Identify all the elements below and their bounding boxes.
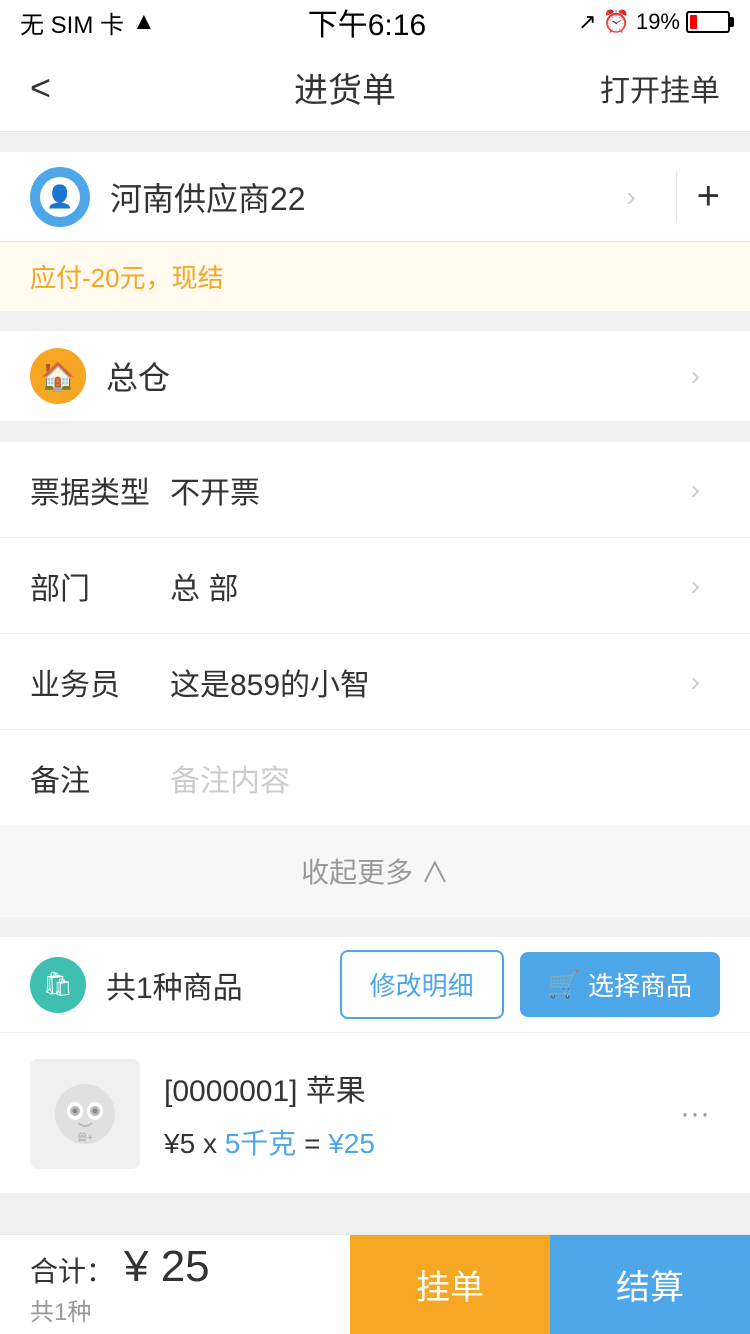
bottom-total: 合计： ¥ 25 共1种 [0,1235,350,1334]
product-name: [0000001] 苹果 [164,1066,670,1110]
status-left: 无 SIM 卡 ▲ [20,5,156,40]
total-label: 合计： [30,1250,114,1290]
supplier-name: 河南供应商22 [110,174,626,220]
invoice-chevron-icon: › [691,474,700,506]
product-equals: = [304,1128,328,1159]
battery-icon [686,11,730,33]
dept-label: 部门 [30,564,170,608]
page-title: 进货单 [294,63,396,112]
dept-value: 总 部 [170,564,691,608]
form-card: 票据类型 不开票 › 部门 总 部 › 业务员 这是859的小智 › 备注 备注… [0,441,750,825]
owl-logo-icon: 兽+ [50,1079,120,1149]
supplier-chevron-icon: › [626,181,635,213]
svg-text:兽+: 兽+ [77,1131,93,1144]
wifi-icon: ▲ [132,8,156,36]
hang-order-button[interactable]: 挂单 [350,1235,550,1334]
warehouse-chevron-icon: › [691,360,700,392]
section-gap-1 [0,132,750,152]
main-content: 👤 河南供应商22 › + 应付-20元，现结 🏠 总仓 › 票据类型 不开票 … [0,132,750,1293]
remark-value[interactable]: 备注内容 [170,756,720,800]
carrier-label: 无 SIM 卡 [20,5,124,40]
status-bar: 无 SIM 卡 ▲ 下午6:16 ↗ ⏰ 19% [0,0,750,44]
warehouse-row[interactable]: 🏠 总仓 › [0,331,750,421]
product-section-icon: 🛍 [30,957,86,1013]
total-amount: ¥ 25 [124,1242,210,1292]
product-unit-price: ¥5 [164,1128,195,1159]
product-header: 🛍 共1种商品 修改明细 🛒 选择商品 [0,937,750,1033]
product-total: ¥25 [328,1128,375,1159]
status-right: ↗ ⏰ 19% [578,9,730,35]
warehouse-name: 总仓 [106,353,691,399]
form-row-invoice[interactable]: 票据类型 不开票 › [0,441,750,537]
select-product-button[interactable]: 🛒 选择商品 [520,952,720,1017]
product-title: 苹果 [306,1075,366,1108]
supplier-avatar: 👤 [30,167,90,227]
product-thumbnail: 兽+ [30,1059,140,1169]
location-icon: ↗ [578,9,596,35]
edit-detail-button[interactable]: 修改明细 [340,950,504,1019]
invoice-value: 不开票 [170,468,691,512]
back-button[interactable]: < [30,67,90,109]
section-gap-4 [0,917,750,937]
product-price-row: ¥5 x 5千克 = ¥25 [164,1122,670,1162]
product-qty: 5千克 [225,1128,297,1159]
dept-chevron-icon: › [691,570,700,602]
total-count: 共1种 [30,1292,320,1327]
bottom-bar: 合计： ¥ 25 共1种 挂单 结算 [0,1234,750,1334]
salesperson-label: 业务员 [30,660,170,704]
supplier-card: 👤 河南供应商22 › + 应付-20元，现结 [0,152,750,311]
section-gap-2 [0,311,750,331]
salesperson-chevron-icon: › [691,666,700,698]
product-info: [0000001] 苹果 ¥5 x 5千克 = ¥25 [164,1066,670,1162]
avatar-inner: 👤 [40,177,80,217]
product-code: [0000001] [164,1075,297,1108]
alarm-icon: ⏰ [603,9,630,35]
form-row-remark[interactable]: 备注 备注内容 [0,729,750,825]
collapse-button[interactable]: 收起更多 ∧ [0,825,750,917]
select-cart-icon: 🛒 [548,969,580,1000]
product-item: 兽+ [0000001] 苹果 ¥5 x 5千克 = ¥25 ··· [0,1035,750,1193]
remark-label: 备注 [30,756,170,800]
open-hang-button[interactable]: 打开挂单 [600,66,720,110]
product-more-button[interactable]: ··· [670,1087,720,1141]
invoice-label: 票据类型 [30,468,170,512]
form-row-dept[interactable]: 部门 总 部 › [0,537,750,633]
divider [676,172,677,222]
add-supplier-button[interactable]: + [697,174,720,219]
nav-bar: < 进货单 打开挂单 [0,44,750,132]
warehouse-icon: 🏠 [30,348,86,404]
section-gap-3 [0,421,750,441]
total-row: 合计： ¥ 25 [30,1242,320,1292]
cart-icon: 🛍 [43,970,73,999]
product-multiply: x [203,1128,225,1159]
time-label: 下午6:16 [308,0,426,44]
checkout-button[interactable]: 结算 [550,1235,750,1334]
form-row-salesperson[interactable]: 业务员 这是859的小智 › [0,633,750,729]
supplier-notice: 应付-20元，现结 [0,242,750,311]
warehouse-card: 🏠 总仓 › [0,331,750,421]
salesperson-value: 这是859的小智 [170,660,691,704]
select-product-label: 选择商品 [588,966,692,1003]
battery-percent: 19% [636,9,680,35]
product-section: 🛍 共1种商品 修改明细 🛒 选择商品 [0,937,750,1193]
supplier-row[interactable]: 👤 河南供应商22 › + [0,152,750,242]
product-count-label: 共1种商品 [106,963,340,1007]
